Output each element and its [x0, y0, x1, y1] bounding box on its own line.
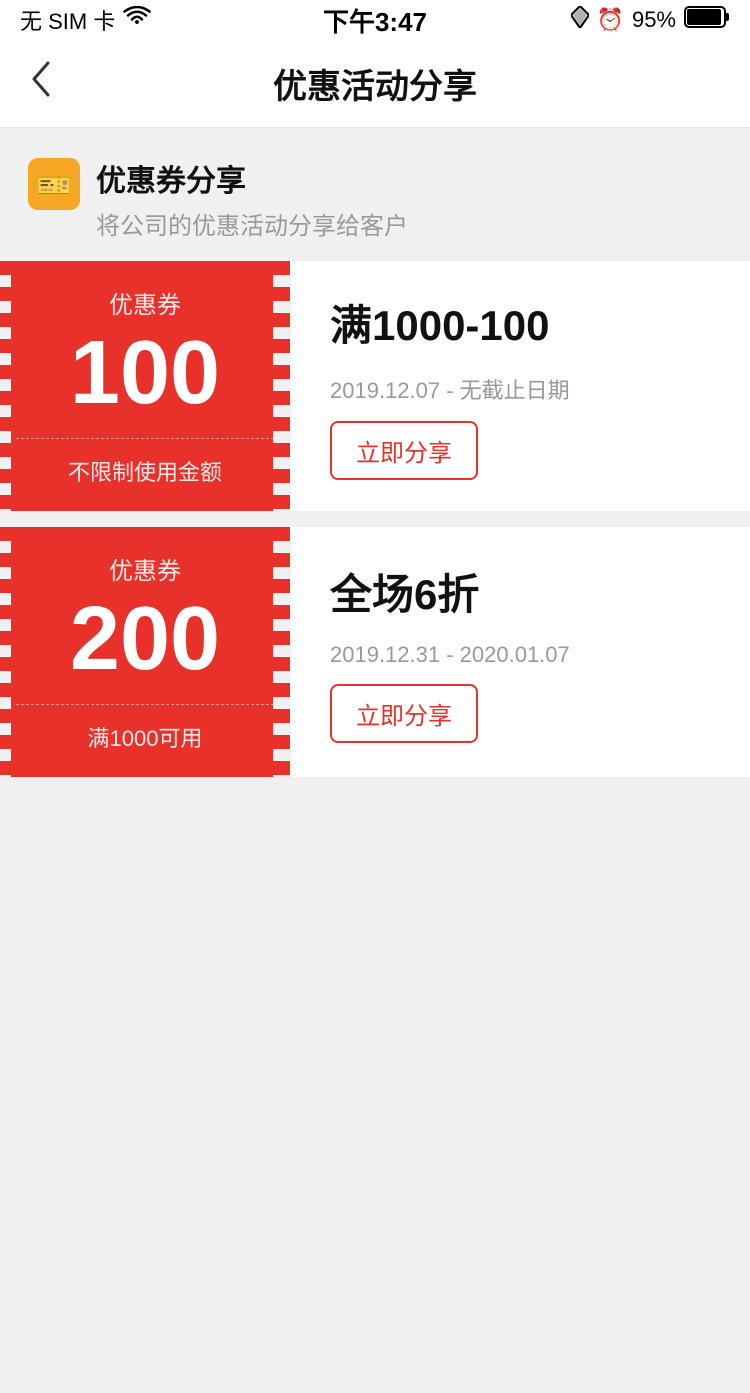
coupon-date-2: 2019.12.31 - 2020.01.07 [330, 642, 570, 668]
coupon-divider-2 [16, 704, 274, 705]
coupon-list: 优惠券 100 不限制使用金额 满1000-100 2019.12.07 - 无… [0, 261, 750, 777]
empty-area [0, 793, 750, 1393]
section-icon: 🎫 [28, 158, 80, 210]
section-header: 🎫 优惠券分享 将公司的优惠活动分享给客户 [0, 128, 750, 261]
back-button[interactable] [28, 59, 52, 108]
carrier-text: 无 SIM 卡 [20, 4, 115, 36]
section-title: 优惠券分享 [96, 156, 408, 200]
coupon-date-1: 2019.12.07 - 无截止日期 [330, 373, 570, 405]
coupon-divider-1 [16, 438, 274, 439]
coupon-left-1: 优惠券 100 不限制使用金额 [0, 261, 290, 511]
coupon-card: 优惠券 100 不限制使用金额 满1000-100 2019.12.07 - 无… [0, 261, 750, 511]
status-left: 无 SIM 卡 [20, 4, 151, 36]
coupon-meta-1: 2019.12.07 - 无截止日期 立即分享 [330, 373, 722, 480]
status-bar: 无 SIM 卡 下午3:47 ⏰ 95% [0, 0, 750, 40]
coupon-name-2: 全场6折 [330, 561, 722, 622]
coupon-right-2: 全场6折 2019.12.31 - 2020.01.07 立即分享 [290, 527, 750, 777]
location-icon [571, 6, 589, 34]
coupon-amount-1: 100 [70, 328, 220, 418]
alarm-icon: ⏰ [597, 7, 624, 33]
status-time: 下午3:47 [323, 2, 427, 39]
coupon-name-1: 满1000-100 [330, 292, 722, 353]
coupon-share-btn-1[interactable]: 立即分享 [330, 421, 478, 480]
coupon-label-1: 优惠券 [109, 285, 181, 320]
coupon-meta-2: 2019.12.31 - 2020.01.07 立即分享 [330, 642, 722, 743]
coupon-card-2: 优惠券 200 满1000可用 全场6折 2019.12.31 - 2020.0… [0, 527, 750, 777]
wifi-icon [123, 6, 151, 34]
battery-icon [684, 5, 730, 35]
coupon-share-btn-2[interactable]: 立即分享 [330, 684, 478, 743]
battery-text: 95% [632, 7, 676, 33]
section-text: 优惠券分享 将公司的优惠活动分享给客户 [96, 156, 408, 241]
page-title: 优惠活动分享 [273, 59, 477, 108]
coupon-amount-2: 200 [70, 594, 220, 684]
nav-bar: 优惠活动分享 [0, 40, 750, 128]
coupon-condition-1: 不限制使用金额 [68, 455, 222, 487]
coupon-right-1: 满1000-100 2019.12.07 - 无截止日期 立即分享 [290, 261, 750, 511]
section-subtitle: 将公司的优惠活动分享给客户 [96, 206, 408, 241]
coupon-label-2: 优惠券 [109, 551, 181, 586]
coupon-left-2: 优惠券 200 满1000可用 [0, 527, 290, 777]
coupon-condition-2: 满1000可用 [88, 721, 203, 753]
status-right: ⏰ 95% [571, 5, 730, 35]
